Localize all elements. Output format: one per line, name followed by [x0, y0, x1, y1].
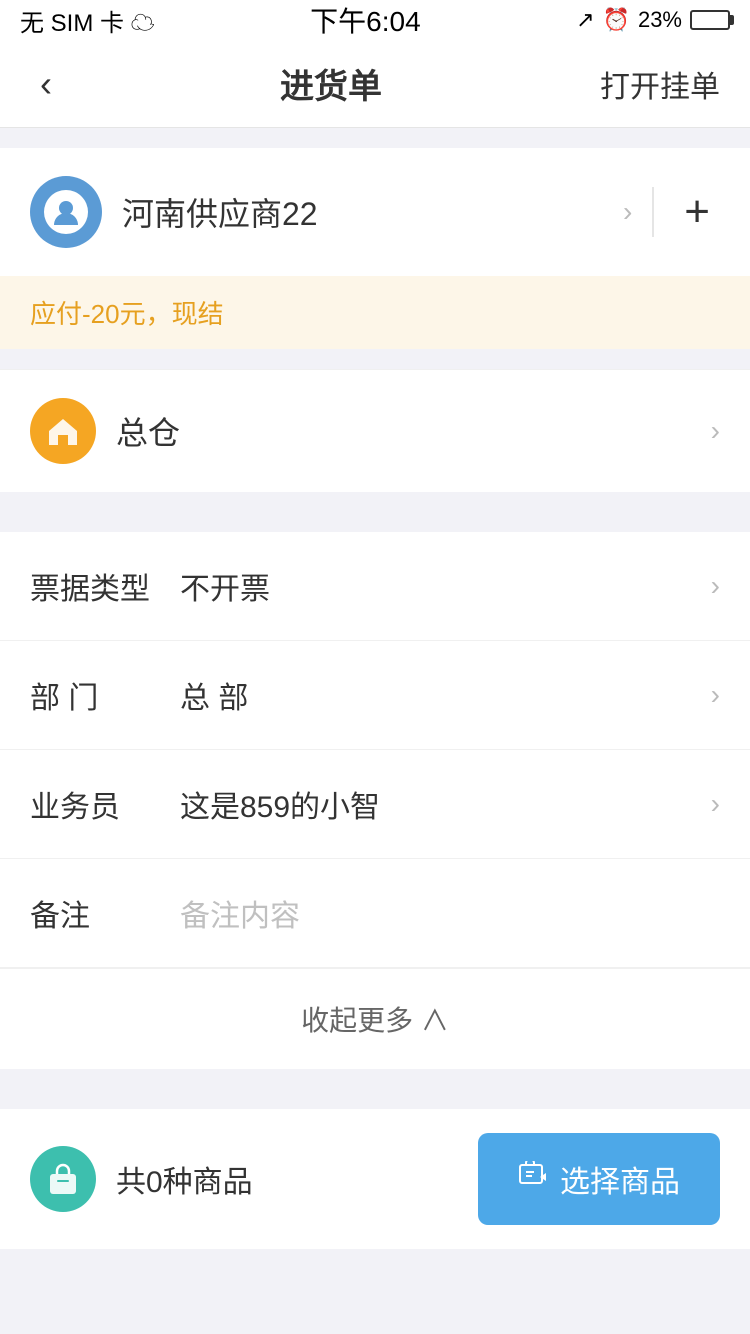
remark-label: 备注: [30, 891, 150, 935]
supplier-name: 河南供应商22: [122, 189, 623, 235]
department-label: 部 门: [30, 673, 150, 717]
section-gap-3: [0, 492, 750, 512]
salesperson-chevron-icon: ›: [711, 788, 720, 820]
goods-bag-icon: [30, 1146, 96, 1212]
supplier-divider: [652, 187, 654, 237]
supplier-section: 河南供应商22 › + 应付-20元，现结: [0, 148, 750, 349]
invoice-type-label: 票据类型: [30, 564, 150, 608]
department-value: 总 部: [180, 673, 711, 717]
invoice-type-row[interactable]: 票据类型 不开票 ›: [0, 532, 750, 641]
status-left: 无 SIM 卡 ☁: [20, 3, 155, 38]
supplier-chevron-icon: ›: [623, 196, 632, 228]
nav-bar: ‹ 进货单 打开挂单: [0, 40, 750, 128]
remark-value[interactable]: 备注内容: [180, 891, 720, 935]
salesperson-label: 业务员: [30, 782, 150, 826]
warehouse-chevron-icon: ›: [711, 415, 720, 447]
battery-percent: 23%: [638, 7, 682, 33]
collapse-label: 收起更多 ∧: [301, 1005, 449, 1036]
select-goods-icon: [518, 1161, 550, 1197]
section-gap-2: [0, 349, 750, 369]
sim-status: 无 SIM 卡 ☁: [20, 3, 155, 38]
form-section: 票据类型 不开票 › 部 门 总 部 › 业务员 这是859的小智 › 备注 备…: [0, 532, 750, 1069]
remark-row[interactable]: 备注 备注内容: [0, 859, 750, 968]
collapse-button[interactable]: 收起更多 ∧: [0, 968, 750, 1069]
supplier-avatar: [30, 176, 102, 248]
back-button[interactable]: ‹: [30, 53, 62, 115]
alarm-icon: ⏰: [603, 7, 630, 33]
battery-icon: [690, 10, 730, 30]
goods-count-label: 共0种商品: [116, 1157, 458, 1201]
section-gap-4: [0, 1069, 750, 1089]
warehouse-row[interactable]: 总仓 ›: [0, 369, 750, 492]
department-chevron-icon: ›: [711, 679, 720, 711]
warehouse-name: 总仓: [116, 408, 711, 454]
notice-text: 应付-20元，现结: [30, 299, 224, 329]
location-icon: ↗: [576, 7, 594, 33]
invoice-type-chevron-icon: ›: [711, 570, 720, 602]
invoice-type-value: 不开票: [180, 564, 711, 608]
salesperson-value: 这是859的小智: [180, 782, 711, 826]
salesperson-row[interactable]: 业务员 这是859的小智 ›: [0, 750, 750, 859]
status-time: 下午6:04: [310, 0, 421, 40]
select-goods-label: 选择商品: [560, 1157, 680, 1201]
status-right: ↗ ⏰ 23%: [576, 7, 730, 33]
warehouse-icon: [30, 398, 96, 464]
department-row[interactable]: 部 门 总 部 ›: [0, 641, 750, 750]
open-pending-button[interactable]: 打开挂单: [600, 62, 720, 106]
status-bar: 无 SIM 卡 ☁ 下午6:04 ↗ ⏰ 23%: [0, 0, 750, 40]
warehouse-section: 总仓 ›: [0, 369, 750, 492]
add-supplier-button[interactable]: +: [674, 187, 720, 237]
page-title: 进货单: [280, 59, 382, 108]
notice-banner: 应付-20元，现结: [0, 276, 750, 349]
bottom-bar: 共0种商品 选择商品: [0, 1109, 750, 1249]
select-goods-button[interactable]: 选择商品: [478, 1133, 720, 1225]
supplier-row[interactable]: 河南供应商22 › +: [0, 148, 750, 276]
supplier-avatar-icon: [44, 190, 88, 234]
section-gap-1: [0, 128, 750, 148]
